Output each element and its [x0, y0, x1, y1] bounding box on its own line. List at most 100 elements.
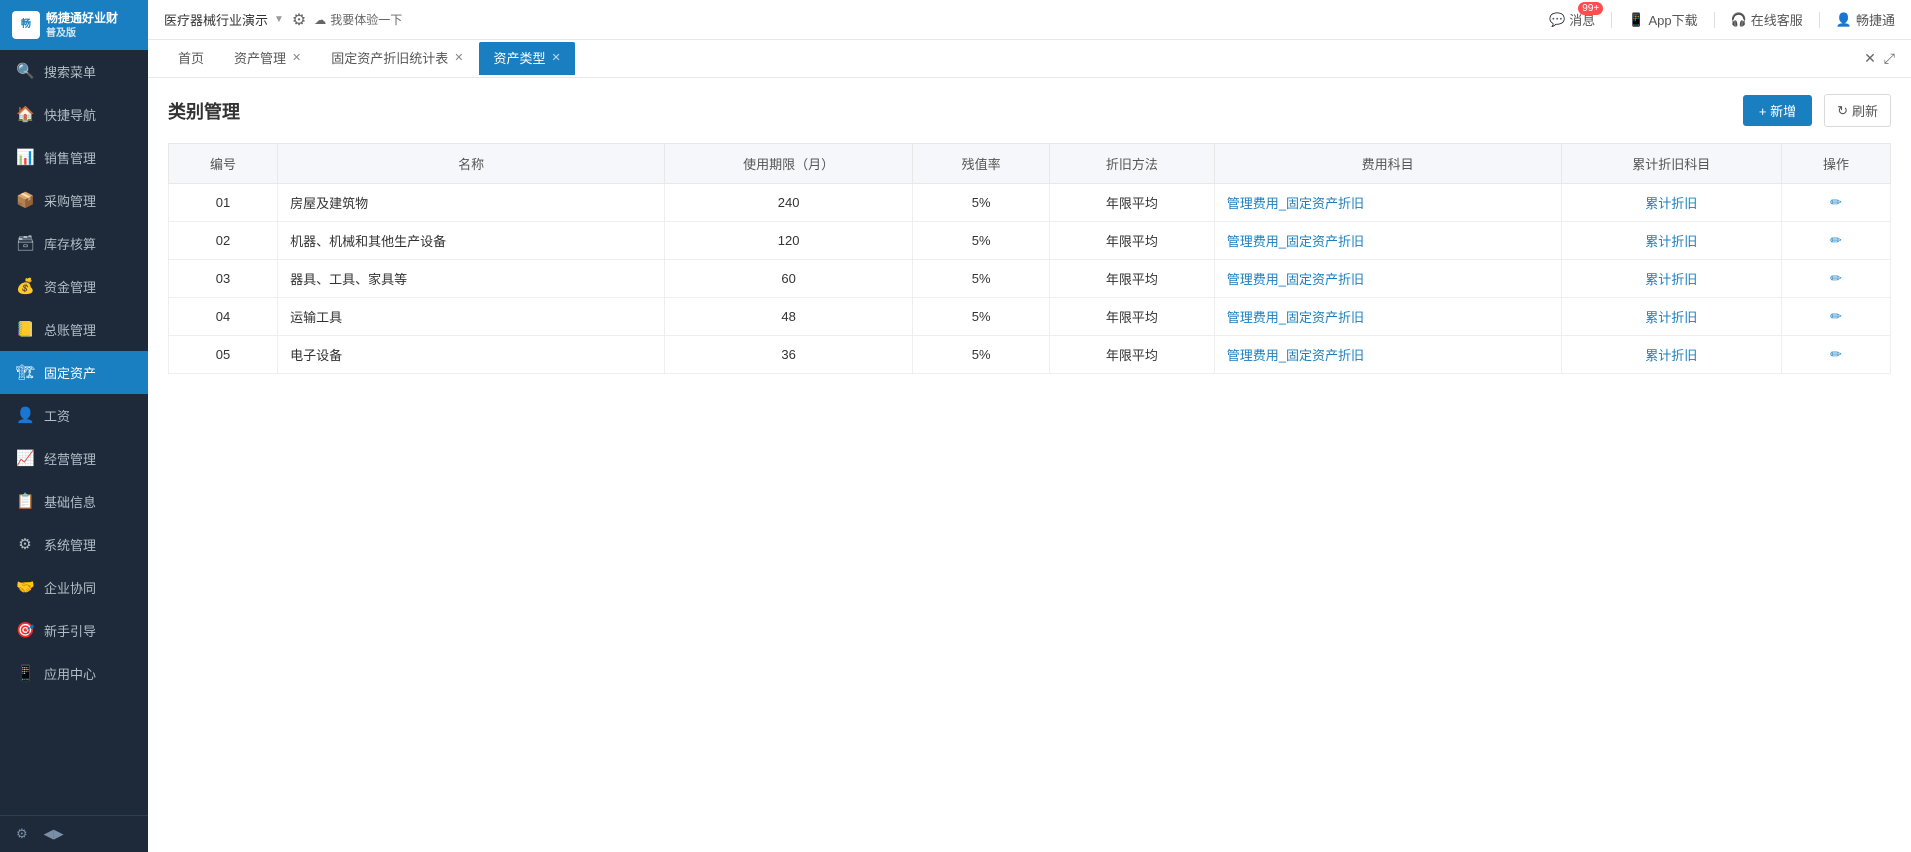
topbar-settings-icon[interactable]: ⚙ — [292, 10, 306, 30]
user-name: 畅捷通 — [1856, 10, 1895, 29]
sidebar-item-label: 销售管理 — [44, 148, 96, 167]
company-name: 医疗器械行业演示 — [164, 10, 268, 29]
sidebar-item-label: 采购管理 — [44, 191, 96, 210]
header-actions: + 新增 ↻ 刷新 — [1743, 94, 1891, 127]
tab-depreciation-close[interactable]: ✕ — [454, 51, 463, 64]
app-download-icon: 📱 — [1628, 12, 1644, 28]
edit-icon[interactable]: ✏ — [1830, 194, 1842, 210]
experience-button[interactable]: ☁ 我要体验一下 — [314, 11, 402, 28]
sidebar-item-operations[interactable]: 📈 经营管理 — [0, 437, 148, 480]
messages-item[interactable]: 💬 消息 99 — [1549, 10, 1595, 29]
tab-depreciation-table[interactable]: 固定资产折旧统计表 ✕ — [317, 42, 477, 75]
divider-3 — [1819, 12, 1820, 28]
col-header-method: 折旧方法 — [1050, 144, 1215, 184]
sales-icon: 📊 — [16, 148, 34, 166]
collapse-icon[interactable]: ◀▶ — [44, 826, 64, 842]
expand-window-icon[interactable]: ⤢ — [1884, 50, 1895, 67]
sidebar-item-fixed-assets[interactable]: 🏗 固定资产 — [0, 351, 148, 394]
sidebar-item-search[interactable]: 🔍 搜索菜单 — [0, 50, 148, 93]
cell-residual: 5% — [913, 260, 1050, 298]
sidebar-item-sales[interactable]: 📊 销售管理 — [0, 136, 148, 179]
col-header-code: 编号 — [169, 144, 278, 184]
sidebar-item-label: 应用中心 — [44, 664, 96, 683]
sidebar-item-ledger[interactable]: 📒 总账管理 — [0, 308, 148, 351]
sidebar-item-enterprise[interactable]: 🤝 企业协同 — [0, 566, 148, 609]
edit-icon[interactable]: ✏ — [1830, 308, 1842, 324]
cell-accumulated: 累计折旧 — [1561, 298, 1781, 336]
sidebar-item-quick-nav[interactable]: 🏠 快捷导航 — [0, 93, 148, 136]
table-row: 05 电子设备 36 5% 年限平均 管理费用_固定资产折旧 累计折旧 ✏ — [169, 336, 1891, 374]
edit-icon[interactable]: ✏ — [1830, 346, 1842, 362]
sidebar-item-purchase[interactable]: 📦 采购管理 — [0, 179, 148, 222]
main-area: 医疗器械行业演示 ▼ ⚙ ☁ 我要体验一下 💬 消息 99 📱 App下载 🎧 — [148, 0, 1911, 852]
cell-action: ✏ — [1781, 260, 1890, 298]
refresh-button[interactable]: ↻ 刷新 — [1824, 94, 1891, 127]
settings-bottom-icon[interactable]: ⚙ — [16, 826, 28, 842]
cell-method: 年限平均 — [1050, 298, 1215, 336]
tab-home-label: 首页 — [178, 48, 204, 67]
tab-asset-type[interactable]: 资产类型 ✕ — [479, 42, 574, 75]
online-service-item[interactable]: 🎧 在线客服 — [1731, 10, 1803, 29]
cell-name: 机器、机械和其他生产设备 — [278, 222, 665, 260]
user-item[interactable]: 👤 畅捷通 — [1836, 10, 1895, 29]
col-header-residual: 残值率 — [913, 144, 1050, 184]
tab-asset-type-close[interactable]: ✕ — [552, 51, 561, 64]
tab-home[interactable]: 首页 — [164, 42, 218, 75]
edit-icon[interactable]: ✏ — [1830, 232, 1842, 248]
new-button[interactable]: + 新增 — [1743, 95, 1812, 126]
cell-action: ✏ — [1781, 222, 1890, 260]
tab-asset-mgmt[interactable]: 资产管理 ✕ — [220, 42, 315, 75]
operations-icon: 📈 — [16, 449, 34, 467]
sidebar-item-capital[interactable]: 💰 资金管理 — [0, 265, 148, 308]
company-selector[interactable]: 医疗器械行业演示 ▼ — [164, 10, 284, 29]
purchase-icon: 📦 — [16, 191, 34, 209]
sidebar-bottom: ⚙ ◀▶ — [0, 815, 148, 852]
cell-method: 年限平均 — [1050, 336, 1215, 374]
logo-icon: 畅 — [12, 11, 40, 39]
divider-1 — [1611, 12, 1612, 28]
cell-period: 120 — [665, 222, 913, 260]
refresh-label: 刷新 — [1852, 101, 1878, 120]
sidebar: 畅 畅捷通好业财 普及版 🔍 搜索菜单 🏠 快捷导航 📊 销售管理 📦 采购管理… — [0, 0, 148, 852]
tab-asset-mgmt-close[interactable]: ✕ — [292, 51, 301, 64]
sidebar-item-label: 经营管理 — [44, 449, 96, 468]
inventory-icon: 🗃 — [16, 234, 34, 252]
cell-code: 01 — [169, 184, 278, 222]
sidebar-item-inventory[interactable]: 🗃 库存核算 — [0, 222, 148, 265]
user-avatar-icon: 👤 — [1836, 12, 1852, 28]
cell-name: 运输工具 — [278, 298, 665, 336]
search-icon: 🔍 — [16, 62, 34, 80]
sidebar-item-label: 系统管理 — [44, 535, 96, 554]
sidebar-logo: 畅 畅捷通好业财 普及版 — [0, 0, 148, 50]
service-icon: 🎧 — [1731, 12, 1747, 28]
col-header-accumulated: 累计折旧科目 — [1561, 144, 1781, 184]
app-download-item[interactable]: 📱 App下载 — [1628, 10, 1697, 29]
col-header-action: 操作 — [1781, 144, 1890, 184]
sidebar-item-guide[interactable]: 🎯 新手引导 — [0, 609, 148, 652]
top-bar-left: 医疗器械行业演示 ▼ ⚙ ☁ 我要体验一下 — [164, 10, 1539, 30]
cell-code: 05 — [169, 336, 278, 374]
cell-period: 240 — [665, 184, 913, 222]
sidebar-item-system[interactable]: ⚙ 系统管理 — [0, 523, 148, 566]
cell-code: 02 — [169, 222, 278, 260]
refresh-icon: ↻ — [1837, 103, 1848, 119]
col-header-expense: 费用科目 — [1214, 144, 1561, 184]
sidebar-item-basic-info[interactable]: 📋 基础信息 — [0, 480, 148, 523]
data-table: 编号 名称 使用期限（月） 残值率 折旧方法 费用科目 累计折旧科目 操作 01… — [168, 143, 1891, 374]
sidebar-item-label: 工资 — [44, 406, 70, 425]
messages-badge: 99 — [1578, 2, 1603, 15]
cell-accumulated: 累计折旧 — [1561, 184, 1781, 222]
close-window-icon[interactable]: ✕ — [1864, 50, 1876, 67]
message-icon: 💬 — [1549, 12, 1565, 28]
sidebar-item-label: 固定资产 — [44, 363, 96, 382]
sidebar-item-app-center[interactable]: 📱 应用中心 — [0, 652, 148, 695]
sidebar-item-payroll[interactable]: 👤 工资 — [0, 394, 148, 437]
home-icon: 🏠 — [16, 105, 34, 123]
cell-name: 房屋及建筑物 — [278, 184, 665, 222]
tab-asset-mgmt-label: 资产管理 — [234, 48, 286, 67]
edit-icon[interactable]: ✏ — [1830, 270, 1842, 286]
cell-action: ✏ — [1781, 336, 1890, 374]
cell-residual: 5% — [913, 222, 1050, 260]
page-title: 类别管理 — [168, 98, 240, 124]
app-center-icon: 📱 — [16, 664, 34, 682]
